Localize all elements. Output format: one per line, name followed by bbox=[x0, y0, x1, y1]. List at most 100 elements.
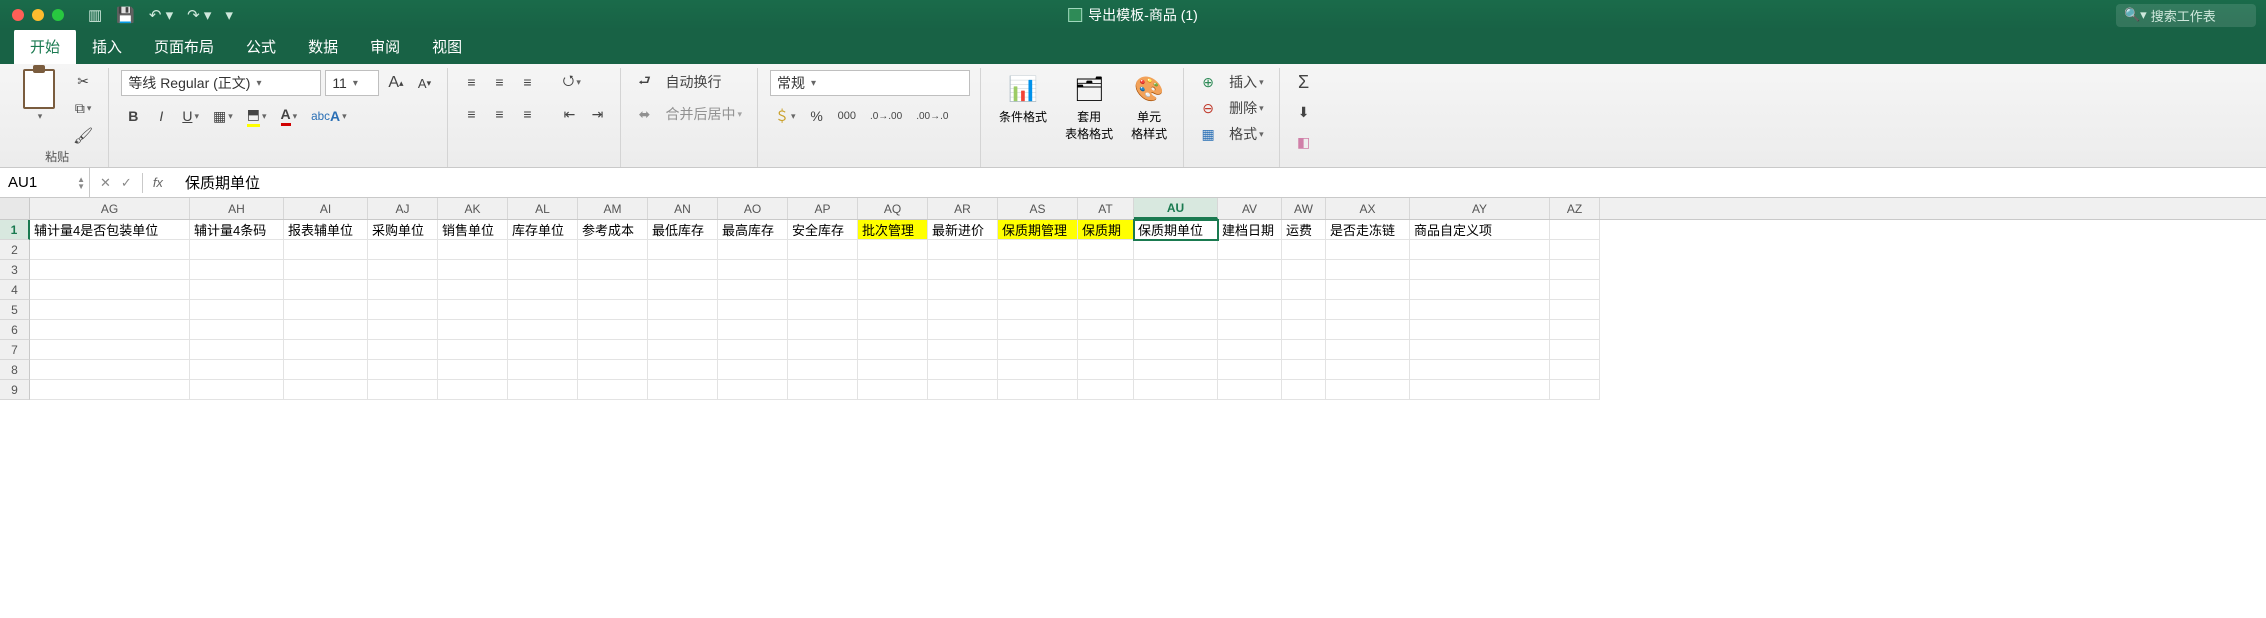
currency-button[interactable]: ＄ bbox=[770, 104, 801, 128]
cell-AM3[interactable] bbox=[578, 260, 648, 280]
cell-AJ9[interactable] bbox=[368, 380, 438, 400]
row-header-3[interactable]: 3 bbox=[0, 260, 30, 280]
tab-审阅[interactable]: 审阅 bbox=[354, 29, 416, 64]
cell-AT4[interactable] bbox=[1078, 280, 1134, 300]
column-header-AG[interactable]: AG bbox=[30, 198, 190, 219]
row-header-1[interactable]: 1 bbox=[0, 220, 30, 240]
undo-icon[interactable]: ↶ ▾ bbox=[149, 6, 173, 24]
cell-AW4[interactable] bbox=[1282, 280, 1326, 300]
cell-AO1[interactable]: 最高库存 bbox=[718, 220, 788, 240]
format-as-table-button[interactable]: 🗂 套用 表格格式 bbox=[1059, 70, 1119, 144]
cell-AJ7[interactable] bbox=[368, 340, 438, 360]
font-color-button[interactable]: A bbox=[276, 104, 303, 128]
cell-AI9[interactable] bbox=[284, 380, 368, 400]
cell-AP5[interactable] bbox=[788, 300, 858, 320]
cell-AQ8[interactable] bbox=[858, 360, 928, 380]
cell-AP8[interactable] bbox=[788, 360, 858, 380]
align-right-button[interactable]: ≡ bbox=[516, 102, 540, 126]
cell-AG3[interactable] bbox=[30, 260, 190, 280]
cell-AH6[interactable] bbox=[190, 320, 284, 340]
align-center-button[interactable]: ≡ bbox=[488, 102, 512, 126]
tab-开始[interactable]: 开始 bbox=[14, 29, 76, 64]
cell-AT1[interactable]: 保质期 bbox=[1078, 220, 1134, 240]
cell-AO8[interactable] bbox=[718, 360, 788, 380]
cell-AN3[interactable] bbox=[648, 260, 718, 280]
cell-AP9[interactable] bbox=[788, 380, 858, 400]
cell-AM9[interactable] bbox=[578, 380, 648, 400]
format-painter-button[interactable] bbox=[68, 124, 98, 148]
cell-AT6[interactable] bbox=[1078, 320, 1134, 340]
cell-AS8[interactable] bbox=[998, 360, 1078, 380]
cell-AM5[interactable] bbox=[578, 300, 648, 320]
cell-AI4[interactable] bbox=[284, 280, 368, 300]
autosave-icon[interactable]: ▥ bbox=[88, 6, 102, 24]
cell-AV7[interactable] bbox=[1218, 340, 1282, 360]
conditional-formatting-button[interactable]: 📊 条件格式 bbox=[993, 70, 1053, 127]
cell-AW7[interactable] bbox=[1282, 340, 1326, 360]
cell-AM6[interactable] bbox=[578, 320, 648, 340]
cell-AH2[interactable] bbox=[190, 240, 284, 260]
cell-AJ2[interactable] bbox=[368, 240, 438, 260]
cell-AI7[interactable] bbox=[284, 340, 368, 360]
increase-indent-button[interactable]: ⇥ bbox=[586, 102, 610, 126]
cell-AX7[interactable] bbox=[1326, 340, 1410, 360]
cell-AN6[interactable] bbox=[648, 320, 718, 340]
cell-AT3[interactable] bbox=[1078, 260, 1134, 280]
column-header-AX[interactable]: AX bbox=[1326, 198, 1410, 219]
fill-color-button[interactable]: ⬒ bbox=[242, 104, 272, 128]
cell-AG5[interactable] bbox=[30, 300, 190, 320]
cell-AS6[interactable] bbox=[998, 320, 1078, 340]
cell-AJ1[interactable]: 采购单位 bbox=[368, 220, 438, 240]
cell-AT8[interactable] bbox=[1078, 360, 1134, 380]
cell-AW3[interactable] bbox=[1282, 260, 1326, 280]
cell-AH7[interactable] bbox=[190, 340, 284, 360]
cell-AW1[interactable]: 运费 bbox=[1282, 220, 1326, 240]
cell-AJ6[interactable] bbox=[368, 320, 438, 340]
cell-AT9[interactable] bbox=[1078, 380, 1134, 400]
delete-cells-button[interactable]: 删除 bbox=[1224, 96, 1269, 120]
cell-AJ4[interactable] bbox=[368, 280, 438, 300]
cell-AJ3[interactable] bbox=[368, 260, 438, 280]
cell-AR9[interactable] bbox=[928, 380, 998, 400]
phonetic-button[interactable]: abcA bbox=[306, 104, 351, 128]
minimize-window-button[interactable] bbox=[32, 9, 44, 21]
close-window-button[interactable] bbox=[12, 9, 24, 21]
cell-AP4[interactable] bbox=[788, 280, 858, 300]
increase-font-button[interactable]: A▴ bbox=[383, 71, 408, 95]
cell-AX8[interactable] bbox=[1326, 360, 1410, 380]
cell-AJ5[interactable] bbox=[368, 300, 438, 320]
cell-AO9[interactable] bbox=[718, 380, 788, 400]
cell-AZ2[interactable] bbox=[1550, 240, 1600, 260]
row-header-8[interactable]: 8 bbox=[0, 360, 30, 380]
cell-AK9[interactable] bbox=[438, 380, 508, 400]
column-header-AK[interactable]: AK bbox=[438, 198, 508, 219]
align-left-button[interactable]: ≡ bbox=[460, 102, 484, 126]
cell-AM8[interactable] bbox=[578, 360, 648, 380]
cell-AU6[interactable] bbox=[1134, 320, 1218, 340]
cell-AZ9[interactable] bbox=[1550, 380, 1600, 400]
align-top-button[interactable]: ≡ bbox=[460, 70, 484, 94]
cell-AN5[interactable] bbox=[648, 300, 718, 320]
cell-AG7[interactable] bbox=[30, 340, 190, 360]
cell-AP6[interactable] bbox=[788, 320, 858, 340]
format-cells-button[interactable]: 格式 bbox=[1224, 122, 1269, 146]
cell-AP1[interactable]: 安全库存 bbox=[788, 220, 858, 240]
cell-AU1[interactable]: 保质期单位 bbox=[1134, 220, 1218, 240]
cell-AY8[interactable] bbox=[1410, 360, 1550, 380]
cell-AW9[interactable] bbox=[1282, 380, 1326, 400]
row-header-5[interactable]: 5 bbox=[0, 300, 30, 320]
cell-AR4[interactable] bbox=[928, 280, 998, 300]
cell-AI3[interactable] bbox=[284, 260, 368, 280]
cancel-formula-button[interactable]: ✕ bbox=[100, 175, 111, 191]
cell-AV3[interactable] bbox=[1218, 260, 1282, 280]
autosum-button[interactable]: Σ bbox=[1292, 70, 1316, 94]
cell-AZ1[interactable] bbox=[1550, 220, 1600, 240]
cell-AV5[interactable] bbox=[1218, 300, 1282, 320]
column-header-AS[interactable]: AS bbox=[998, 198, 1078, 219]
cell-AX3[interactable] bbox=[1326, 260, 1410, 280]
row-header-6[interactable]: 6 bbox=[0, 320, 30, 340]
tab-视图[interactable]: 视图 bbox=[416, 29, 478, 64]
cell-AW5[interactable] bbox=[1282, 300, 1326, 320]
column-header-AL[interactable]: AL bbox=[508, 198, 578, 219]
tab-插入[interactable]: 插入 bbox=[76, 29, 138, 64]
